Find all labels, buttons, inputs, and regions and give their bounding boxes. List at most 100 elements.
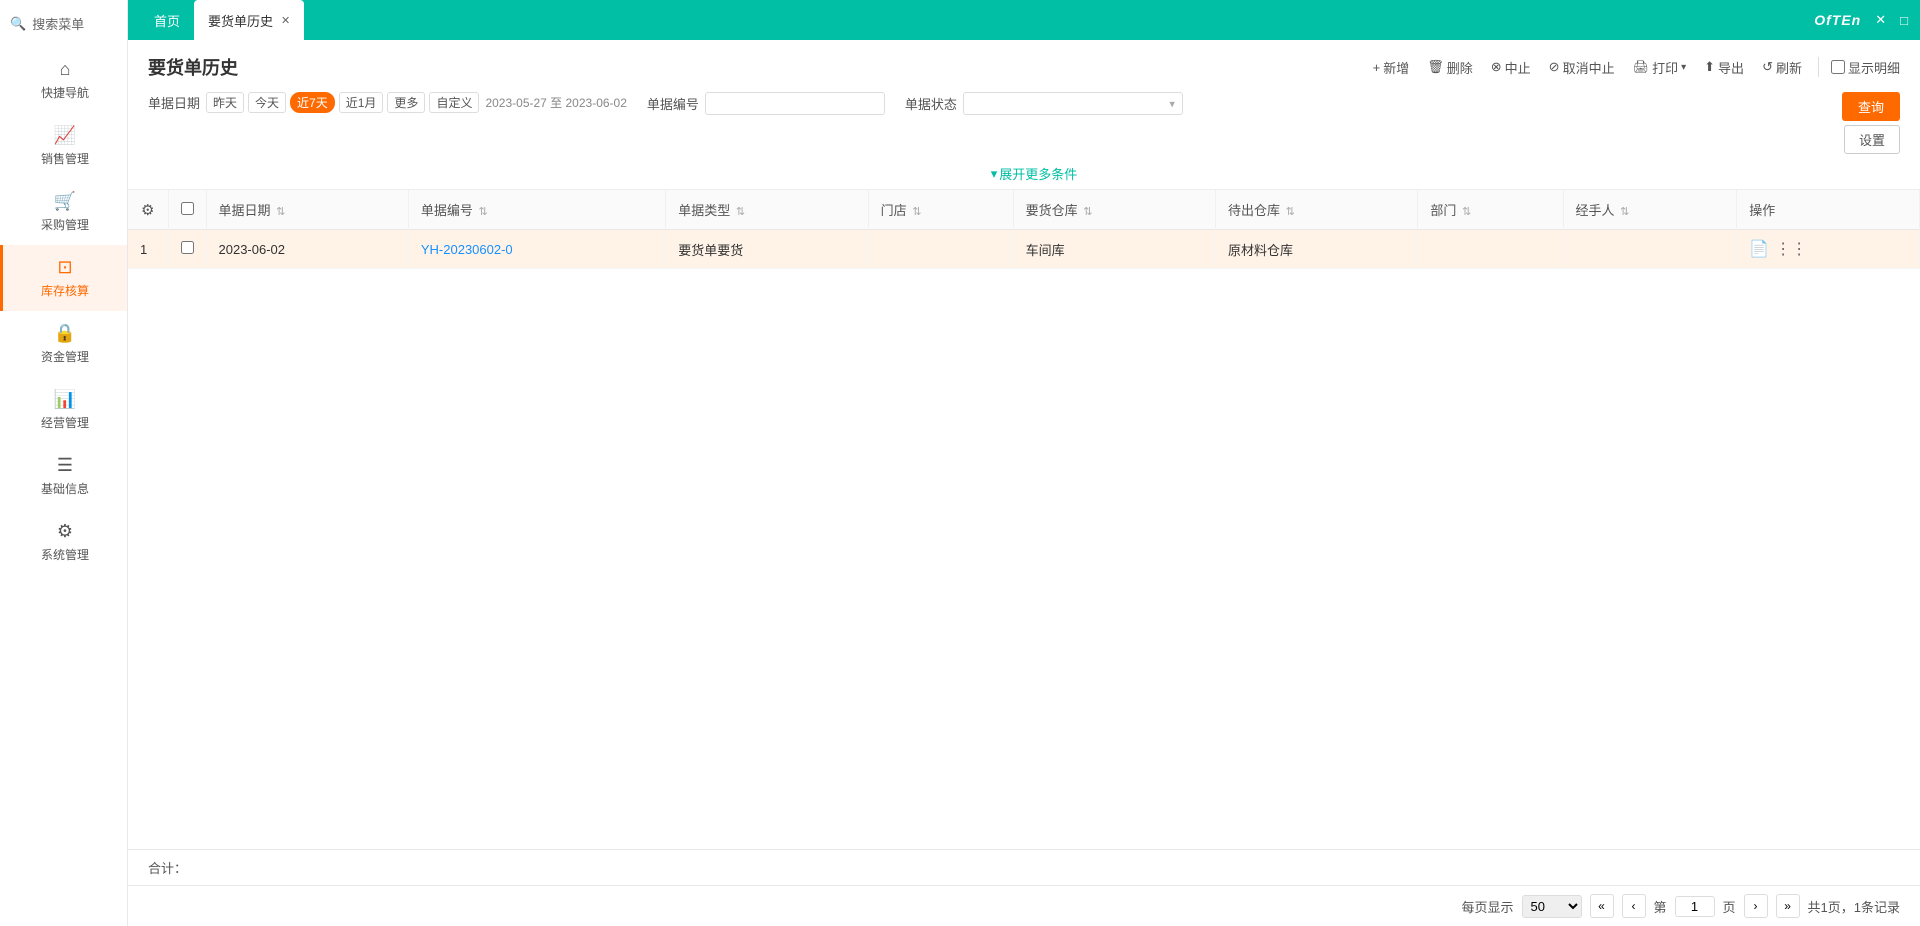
tab-close-icon[interactable]: ✕	[281, 14, 290, 27]
col-handler-label: 经手人	[1576, 203, 1615, 218]
next-page-button[interactable]: ›	[1744, 894, 1768, 918]
sidebar-item-label: 系统管理	[41, 546, 89, 563]
sort-req-warehouse-icon[interactable]: ⇅	[1083, 206, 1092, 218]
first-page-button[interactable]: «	[1590, 894, 1614, 918]
pagination-bar: 每页显示 20 50 100 « ‹ 第 页 › » 共1页，1条记录	[128, 885, 1920, 926]
page-suffix: 页	[1723, 897, 1736, 916]
expand-more-button[interactable]: ▾ 展开更多条件	[991, 164, 1078, 183]
date-btn-today[interactable]: 今天	[248, 92, 286, 113]
sidebar-item-basic[interactable]: ☰ 基础信息	[0, 443, 127, 509]
display-detail-toggle[interactable]: 显示明细	[1831, 58, 1900, 77]
sort-order-no-icon[interactable]: ⇅	[479, 206, 488, 218]
col-order-no: 单据编号 ⇅	[408, 190, 665, 230]
window-maximize-button[interactable]: □	[1900, 13, 1908, 28]
order-no-filter-group: 单据编号	[647, 92, 885, 115]
sidebar-search[interactable]: 🔍 搜索菜单	[0, 0, 127, 47]
status-label: 单据状态	[905, 94, 957, 113]
table-settings-col: ⚙	[128, 190, 168, 230]
table-checkbox-col	[168, 190, 206, 230]
sidebar-item-operations[interactable]: 📊 经营管理	[0, 377, 127, 443]
sidebar-item-system[interactable]: ⚙ 系统管理	[0, 509, 127, 575]
summary-label: 合计：	[148, 858, 187, 877]
status-input[interactable]	[963, 92, 1183, 115]
tab-requisition-history[interactable]: 要货单历史 ✕	[194, 0, 304, 40]
table-row: 1 2023-06-02 YH-20230602-0 要货单要货 车间库 原材料…	[128, 230, 1920, 269]
order-no-input[interactable]	[705, 92, 885, 115]
page-header: 要货单历史 + 新增 🗑 删除 ⊗ 中止 ⊘	[128, 40, 1920, 190]
sort-handler-icon[interactable]: ⇅	[1620, 206, 1629, 218]
sort-type-icon[interactable]: ⇅	[736, 206, 745, 218]
select-all-checkbox[interactable]	[181, 202, 194, 215]
sort-store-icon[interactable]: ⇅	[912, 206, 921, 218]
window-close-button[interactable]: ✕	[1875, 12, 1886, 28]
expand-row: ▾ 展开更多条件	[148, 164, 1900, 189]
sidebar-item-quick-nav[interactable]: ⌂ 快捷导航	[0, 47, 127, 113]
filter-area: 单据日期 昨天 今天 近7天 近1月 更多 自定义 2023-05-27 至 2…	[148, 92, 1900, 164]
col-req-warehouse: 要货仓库 ⇅	[1013, 190, 1215, 230]
stop-button[interactable]: ⊗ 中止	[1487, 56, 1535, 79]
refresh-icon: ↺	[1762, 59, 1773, 75]
toolbar: + 新增 🗑 删除 ⊗ 中止 ⊘ 取消中止	[1369, 56, 1900, 79]
stop-label: 中止	[1505, 58, 1531, 77]
col-date: 单据日期 ⇅	[206, 190, 408, 230]
row-store	[868, 230, 1013, 269]
date-btn-custom[interactable]: 自定义	[429, 92, 479, 113]
tab-home[interactable]: 首页	[140, 0, 194, 40]
stop-icon: ⊗	[1491, 59, 1502, 75]
row-checkbox[interactable]	[181, 241, 194, 254]
topbar: 首页 要货单历史 ✕ OfTEn ✕ □	[128, 0, 1920, 40]
last-page-button[interactable]: »	[1776, 894, 1800, 918]
sidebar-item-sales[interactable]: 📈 销售管理	[0, 113, 127, 179]
topbar-right: OfTEn ✕ □	[1814, 12, 1908, 28]
home-icon: ⌂	[60, 59, 71, 80]
order-no-link[interactable]: YH-20230602-0	[421, 242, 513, 257]
col-pending-warehouse: 待出仓库 ⇅	[1216, 190, 1418, 230]
tab-home-label: 首页	[154, 11, 180, 30]
expand-label: 展开更多条件	[999, 164, 1077, 183]
row-type: 要货单要货	[666, 230, 868, 269]
col-type: 单据类型 ⇅	[666, 190, 868, 230]
delete-button[interactable]: 🗑 删除	[1423, 56, 1477, 79]
date-btn-7days[interactable]: 近7天	[290, 92, 335, 113]
row-index: 1	[128, 230, 168, 269]
content-area: 要货单历史 + 新增 🗑 删除 ⊗ 中止 ⊘	[128, 40, 1920, 926]
sidebar-item-inventory[interactable]: ⊡ 库存核算	[0, 245, 127, 311]
col-req-warehouse-label: 要货仓库	[1026, 203, 1078, 218]
per-page-select[interactable]: 20 50 100	[1522, 895, 1582, 918]
page-number-input[interactable]	[1675, 896, 1715, 917]
date-btn-more[interactable]: 更多	[387, 92, 425, 113]
new-button[interactable]: + 新增	[1369, 56, 1414, 79]
cancel-stop-button[interactable]: ⊘ 取消中止	[1545, 56, 1619, 79]
row-order-no: YH-20230602-0	[408, 230, 665, 269]
sort-pending-warehouse-icon[interactable]: ⇅	[1286, 206, 1295, 218]
date-btn-yesterday[interactable]: 昨天	[206, 92, 244, 113]
prev-page-button[interactable]: ‹	[1622, 894, 1646, 918]
settings-button[interactable]: 设置	[1844, 125, 1900, 154]
page-title: 要货单历史	[148, 54, 238, 80]
col-order-no-label: 单据编号	[421, 203, 473, 218]
export-button[interactable]: ⬆ 导出	[1700, 56, 1748, 79]
sort-department-icon[interactable]: ⇅	[1462, 206, 1471, 218]
col-department-label: 部门	[1430, 203, 1456, 218]
sidebar-item-label: 采购管理	[41, 216, 89, 233]
per-page-label: 每页显示	[1461, 897, 1513, 916]
date-btn-1month[interactable]: 近1月	[339, 92, 384, 113]
query-button[interactable]: 查询	[1842, 92, 1900, 121]
sort-date-icon[interactable]: ⇅	[276, 206, 285, 218]
col-pending-warehouse-label: 待出仓库	[1228, 203, 1280, 218]
print-button[interactable]: 🖨 打印 ▾	[1629, 56, 1691, 79]
sidebar-item-finance[interactable]: 🔒 资金管理	[0, 311, 127, 377]
refresh-button[interactable]: ↺ 刷新	[1758, 56, 1806, 79]
table-header-row: ⚙ 单据日期 ⇅ 单据编号 ⇅	[128, 190, 1920, 230]
row-pending-warehouse: 原材料仓库	[1216, 230, 1418, 269]
table-settings-icon[interactable]: ⚙	[141, 202, 154, 219]
purchase-icon: 🛒	[54, 191, 76, 212]
page-label: 第	[1654, 897, 1667, 916]
more-action-icon[interactable]: ⋮⋮	[1775, 239, 1807, 259]
view-action-icon[interactable]: 📄	[1749, 239, 1769, 259]
cancel-stop-icon: ⊘	[1549, 59, 1560, 75]
display-detail-checkbox[interactable]	[1831, 60, 1845, 74]
new-label: 新增	[1383, 58, 1409, 77]
sidebar-search-label: 搜索菜单	[32, 14, 84, 33]
sidebar-item-purchase[interactable]: 🛒 采购管理	[0, 179, 127, 245]
